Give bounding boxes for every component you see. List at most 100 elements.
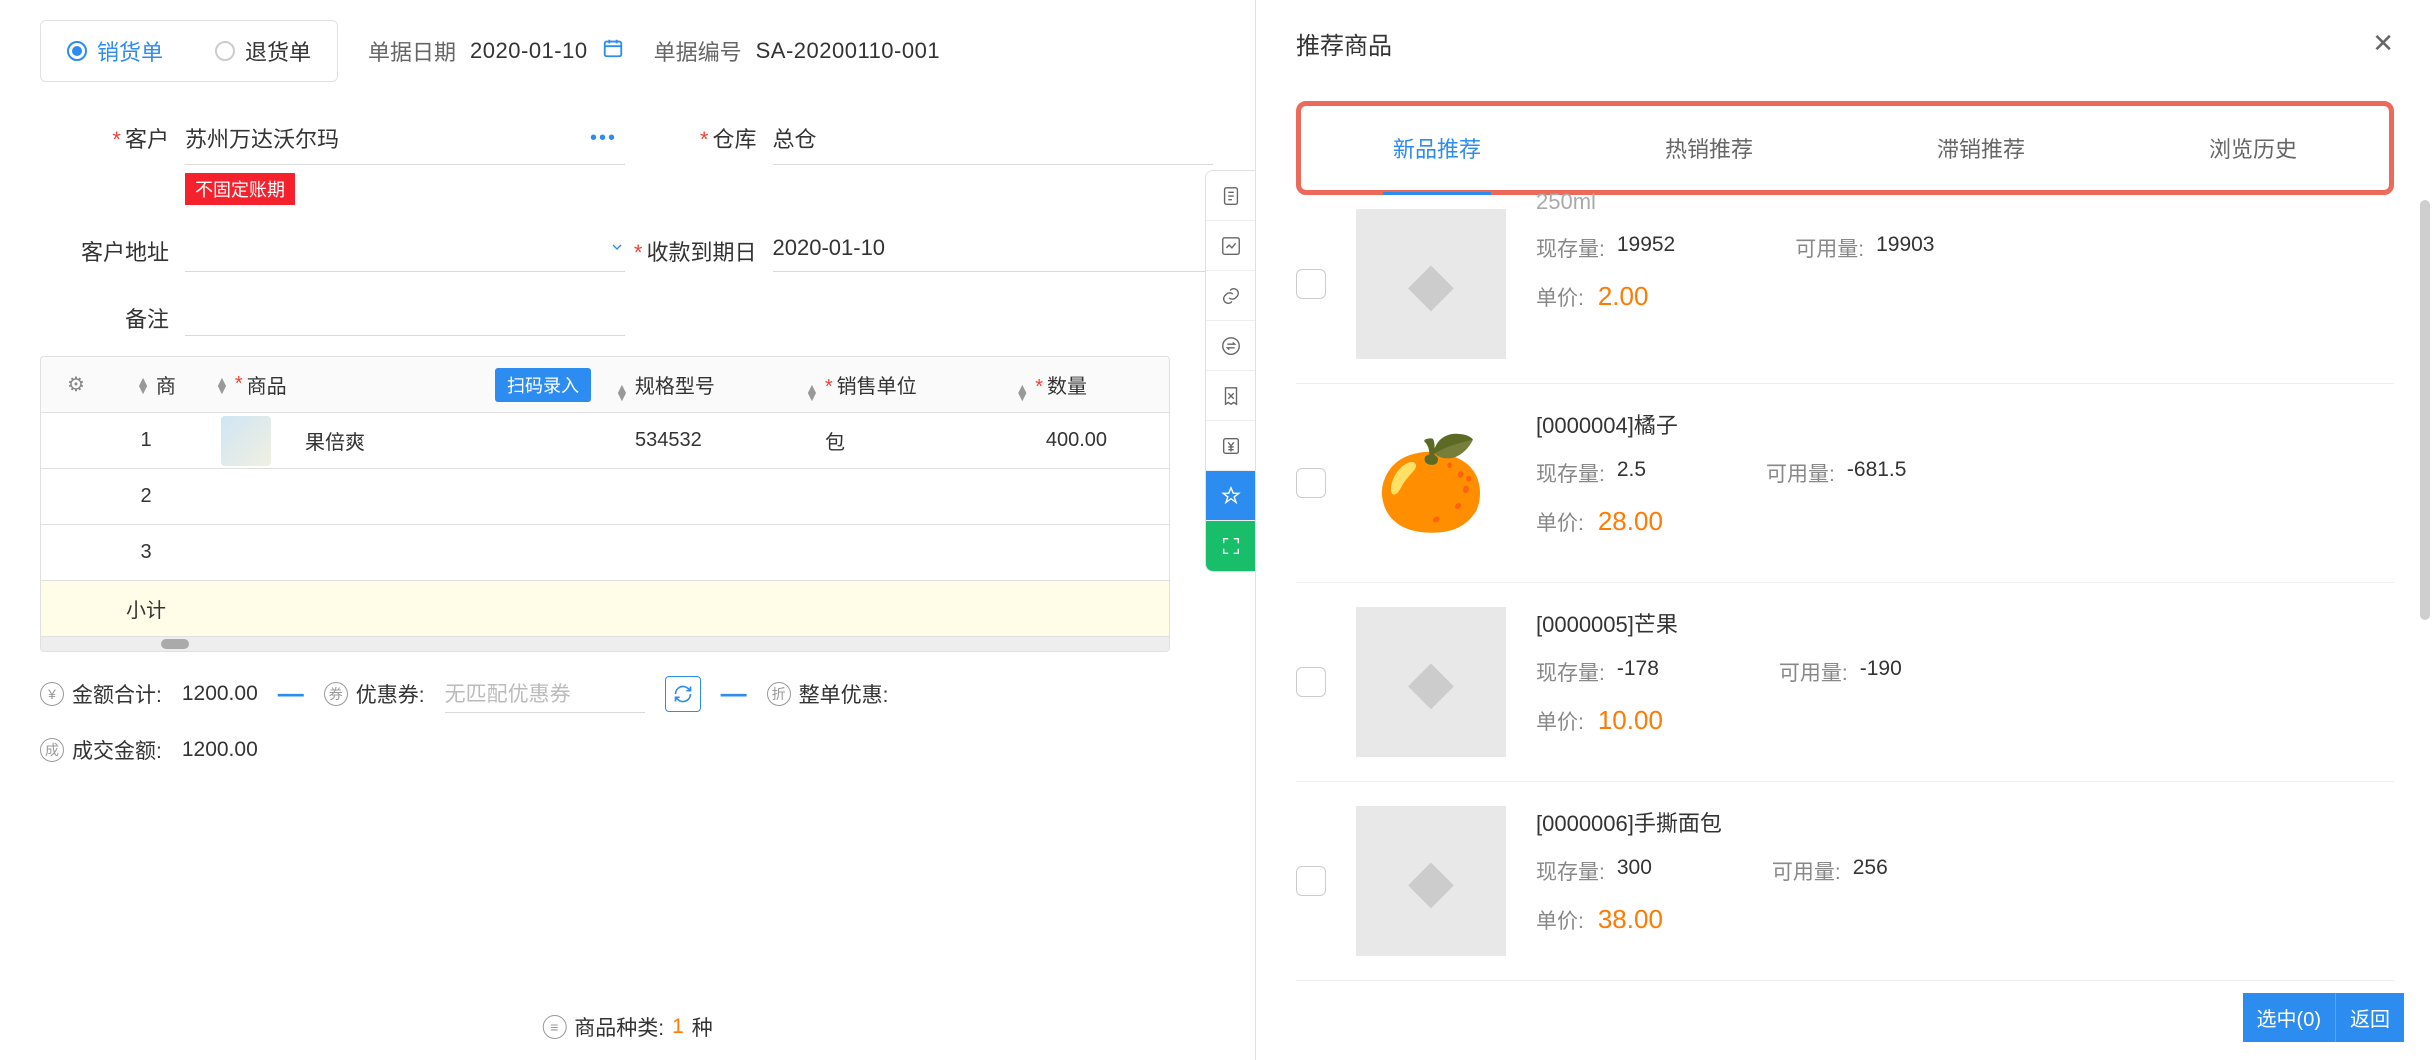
product-image: ◆ [1356,806,1506,956]
stock-value: 19952 [1617,233,1675,263]
available-label: 可用量: [1766,458,1835,488]
product-checkbox[interactable] [1296,269,1326,299]
sort-icon[interactable]: ▲▼ [1015,384,1029,400]
price-label: 单价: [1536,706,1584,736]
doc-date-value[interactable]: 2020-01-10 [470,38,588,64]
final-label: 成交金额: [72,735,162,765]
stock-value: -178 [1617,657,1659,687]
product-name: 250ml [1536,189,2394,215]
tool-currency-icon[interactable] [1206,421,1255,471]
tab-browse-history[interactable]: 浏览历史 [2117,106,2389,190]
product-checkbox[interactable] [1296,468,1326,498]
stock-label: 现存量: [1536,856,1605,886]
remark-label: 备注 [125,307,169,332]
coupon-label: 优惠券: [356,679,425,709]
price-label: 单价: [1536,507,1584,537]
calendar-icon[interactable] [602,37,624,65]
stock-value: 300 [1617,856,1652,886]
price-label: 单价: [1536,905,1584,935]
order-type-tabs: 销货单 退货单 [40,20,338,82]
stock-value: 2.5 [1617,458,1646,488]
horizontal-scrollbar[interactable] [41,637,1169,651]
price-value: 10.00 [1598,705,1663,736]
customer-badge: 不固定账期 [185,173,295,205]
coupon-icon: 券 [324,682,348,706]
product-checkbox[interactable] [1296,866,1326,896]
due-date-label: 收款到期日 [646,240,756,265]
tool-link-icon[interactable] [1206,271,1255,321]
sort-icon[interactable]: ▲▼ [136,377,150,393]
minus-icon: — [721,678,747,709]
product-count-value: 1 [672,1015,684,1039]
product-count-label: 商品种类: [574,1012,664,1042]
scan-input-button[interactable]: 扫码录入 [495,368,591,402]
tab-new-products[interactable]: 新品推荐 [1301,106,1573,190]
tab-return-label: 退货单 [245,35,311,67]
remark-input[interactable] [185,292,625,336]
doc-no-label: 单据编号 [654,35,742,67]
available-label: 可用量: [1779,657,1848,687]
sort-icon[interactable]: ▲▼ [805,384,819,400]
coupon-input[interactable]: 无匹配优惠券 [445,674,645,713]
gear-icon[interactable]: ⚙ [67,372,85,397]
back-button[interactable]: 返回 [2336,993,2404,1042]
tab-sales-order[interactable]: 销货单 [41,21,189,81]
selected-count-button[interactable]: 选中(0) [2243,993,2336,1042]
stock-label: 现存量: [1536,657,1605,687]
list-item[interactable]: ◆ 250ml 现存量:19952 可用量:19903 单价:2.00 [1296,185,2394,384]
available-value: -190 [1860,657,1902,687]
tool-expand-icon[interactable] [1206,521,1255,571]
list-item[interactable]: ◆ [0000006]手撕面包 现存量:300 可用量:256 单价:38.00 [1296,782,2394,981]
address-label: 客户地址 [81,240,169,265]
tool-star-icon[interactable] [1206,471,1255,521]
tab-slow-products[interactable]: 滞销推荐 [1845,106,2117,190]
available-value: 19903 [1876,233,1934,263]
price-value: 2.00 [1598,281,1649,312]
col-unit: 销售单位 [837,376,917,398]
warehouse-label: 仓库 [712,127,756,152]
due-date-input[interactable]: 2020-01-10 [773,225,1213,272]
discount-icon: 折 [767,682,791,706]
refresh-button[interactable] [665,676,701,712]
chevron-down-icon[interactable] [609,235,625,261]
minus-icon: — [278,678,304,709]
warehouse-input[interactable]: 总仓 [773,112,1213,165]
order-items-table: ⚙ ▲▼商 ▲▼ *商品 扫码录入 ▲▼规格型号 ▲▼*销售单位 ▲▼*数量 1 [40,356,1170,652]
list-item[interactable]: 🍊 [0000004]橘子 现存量:2.5 可用量:-681.5 单价:28.0… [1296,384,2394,583]
close-icon[interactable]: ✕ [2372,28,2394,59]
sort-icon[interactable]: ▲▼ [615,384,629,400]
subtotal-row: 小计 [41,581,1169,637]
more-icon[interactable]: ••• [590,127,617,150]
side-toolbar [1205,170,1255,572]
tab-hot-products[interactable]: 热销推荐 [1573,106,1845,190]
product-image: ◆ [1356,209,1506,359]
tool-chart-icon[interactable] [1206,221,1255,271]
stock-label: 现存量: [1536,458,1605,488]
product-thumbnail [221,416,271,466]
amount-total-value: 1200.00 [182,682,258,706]
tab-return-order[interactable]: 退货单 [189,21,337,81]
table-row[interactable]: 1 果倍爽 534532 包 400.00 [41,413,1169,469]
price-value: 38.00 [1598,904,1663,935]
product-image: 🍊 [1356,408,1506,558]
tool-receipt-icon[interactable] [1206,371,1255,421]
table-row[interactable]: 2 [41,469,1169,525]
vertical-scrollbar[interactable] [2420,200,2430,620]
table-row[interactable]: 3 [41,525,1169,581]
product-checkbox[interactable] [1296,667,1326,697]
tool-transfer-icon[interactable] [1206,321,1255,371]
customer-input[interactable]: 苏州万达沃尔玛 ••• [185,112,625,165]
list-item[interactable]: ◆ [0000005]芒果 现存量:-178 可用量:-190 单价:10.00 [1296,583,2394,782]
address-input[interactable] [185,225,625,272]
available-value: -681.5 [1847,458,1907,488]
available-label: 可用量: [1772,856,1841,886]
tool-notes-icon[interactable] [1206,171,1255,221]
discount-label: 整单优惠: [799,679,889,709]
sort-icon[interactable]: ▲▼ [215,377,229,393]
tab-sales-label: 销货单 [97,35,163,67]
col-spec: 规格型号 [635,376,715,398]
doc-no-value: SA-20200110-001 [756,38,940,64]
customer-value: 苏州万达沃尔玛 [185,122,339,154]
product-count-unit: 种 [692,1012,713,1042]
radio-unselected-icon [215,41,235,61]
